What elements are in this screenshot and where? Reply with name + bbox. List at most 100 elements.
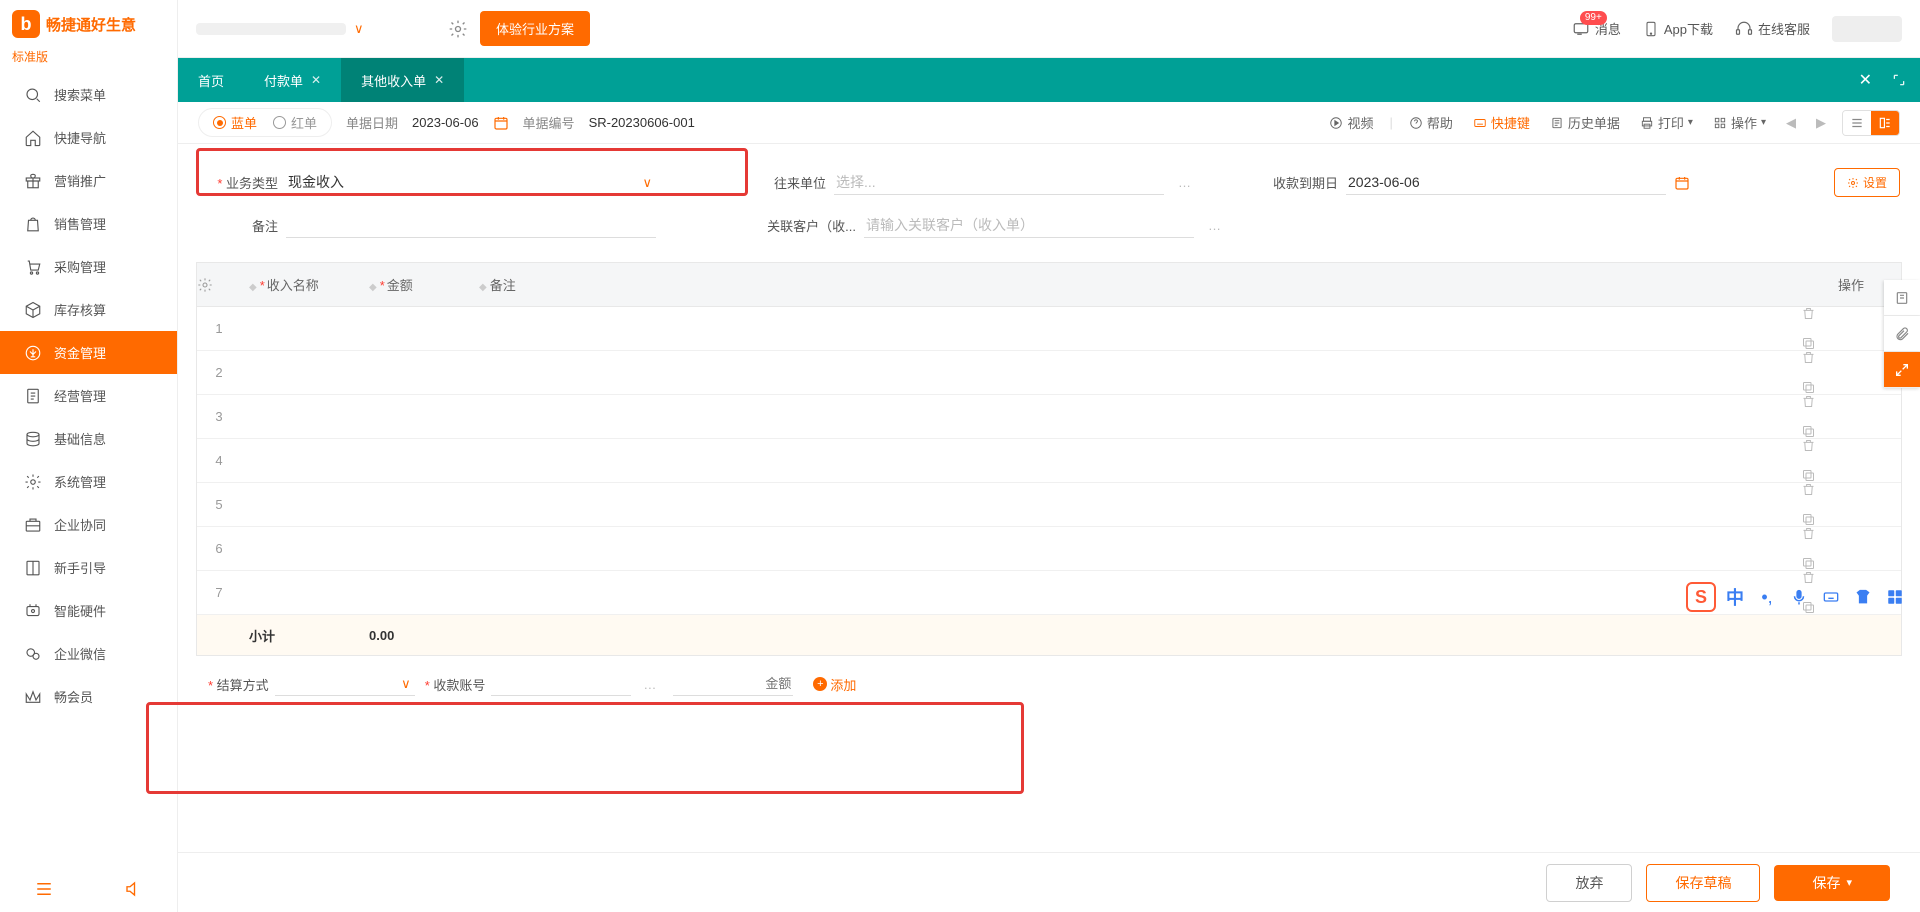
ime-toolbox-icon[interactable] (1882, 584, 1908, 610)
view-card-button[interactable] (1871, 111, 1899, 135)
sidebar-item-hw[interactable]: 智能硬件 (0, 589, 177, 632)
tab-expand-icon[interactable] (1886, 67, 1912, 93)
party-more-icon[interactable]: … (1172, 175, 1198, 190)
tab-close-all-icon[interactable]: ✕ (1853, 64, 1878, 96)
sidebar-nav: 搜索菜单快捷导航营销推广销售管理采购管理库存核算资金管理经营管理基础信息系统管理… (0, 73, 177, 866)
sidebar-item-cwc[interactable]: 企业微信 (0, 632, 177, 675)
receipt-account-input[interactable] (491, 672, 631, 696)
sidebar-item-label: 畅会员 (54, 687, 93, 706)
try-industry-button[interactable]: 体验行业方案 (480, 11, 590, 46)
remark-input[interactable] (286, 213, 656, 238)
save-button[interactable]: 保存 ▾ (1774, 865, 1890, 901)
help-button[interactable]: 帮助 (1405, 111, 1457, 134)
radio-red-label: 红单 (291, 113, 317, 132)
sidebar-sound-button[interactable] (89, 880, 178, 898)
brand-name: 畅捷通好生意 (46, 14, 136, 35)
sidebar-item-cog[interactable]: 系统管理 (0, 460, 177, 503)
history-button[interactable]: 历史单据 (1546, 111, 1624, 134)
row-delete-icon[interactable] (1801, 438, 1901, 453)
sidebar-item-gift[interactable]: 营销推广 (0, 159, 177, 202)
row-delete-icon[interactable] (1801, 526, 1901, 541)
tab-close-icon[interactable]: ✕ (311, 73, 321, 87)
prev-doc-button[interactable]: ◀ (1782, 113, 1800, 133)
sidebar-item-label: 企业微信 (54, 644, 106, 663)
tab-1[interactable]: 付款单✕ (244, 58, 341, 102)
bill-date-value[interactable]: 2023-06-06 (412, 115, 479, 130)
row-delete-icon[interactable] (1801, 394, 1901, 409)
online-service-button[interactable]: 在线客服 (1735, 19, 1810, 38)
topbar-settings-icon[interactable] (448, 19, 468, 39)
table-row[interactable]: 3 (197, 395, 1901, 439)
user-avatar-placeholder[interactable] (1832, 16, 1902, 42)
form-settings-button[interactable]: 设置 (1834, 168, 1900, 197)
sidebar-item-db[interactable]: 基础信息 (0, 417, 177, 460)
add-settlement-button[interactable]: + 添加 (813, 675, 856, 694)
rail-note-icon[interactable] (1884, 280, 1920, 316)
save-draft-button[interactable]: 保存草稿 (1646, 864, 1760, 902)
sidebar-item-label: 搜索菜单 (54, 85, 106, 104)
sidebar-item-doc[interactable]: 经营管理 (0, 374, 177, 417)
biz-type-select[interactable] (286, 170, 656, 195)
ime-mic-icon[interactable] (1786, 584, 1812, 610)
radio-red-bill[interactable]: 红单 (273, 113, 317, 132)
tab-0[interactable]: 首页 (178, 58, 244, 102)
sidebar-item-cube[interactable]: 库存核算 (0, 288, 177, 331)
ime-lang-button[interactable]: 中 (1722, 584, 1748, 610)
view-list-button[interactable] (1843, 111, 1871, 135)
ime-keyboard-icon[interactable] (1818, 584, 1844, 610)
sidebar-item-search[interactable]: 搜索菜单 (0, 73, 177, 116)
col-remark[interactable]: ◆备注 (471, 275, 1801, 294)
due-date-input[interactable] (1346, 170, 1666, 195)
sidebar-item-guide[interactable]: 新手引导 (0, 546, 177, 589)
rail-attach-icon[interactable] (1884, 316, 1920, 352)
related-customer-input[interactable] (864, 213, 1194, 238)
table-row[interactable]: 4 (197, 439, 1901, 483)
rail-expand-icon[interactable] (1884, 352, 1920, 388)
sidebar-item-ent[interactable]: 企业协同 (0, 503, 177, 546)
view-toggle (1842, 110, 1900, 136)
radio-dot-icon (213, 116, 226, 129)
ime-skin-icon[interactable] (1850, 584, 1876, 610)
print-button[interactable]: 打印 ▾ (1636, 111, 1697, 134)
calendar-icon[interactable] (1674, 175, 1690, 191)
sidebar-item-coin[interactable]: 资金管理 (0, 331, 177, 374)
sidebar-item-home[interactable]: 快捷导航 (0, 116, 177, 159)
col-income-name[interactable]: ◆*收入名称 (241, 275, 361, 294)
app-download-button[interactable]: App下载 (1643, 19, 1713, 38)
cube-icon (24, 301, 42, 319)
tab-2[interactable]: 其他收入单✕ (341, 58, 464, 102)
sidebar-item-cart[interactable]: 采购管理 (0, 245, 177, 288)
row-delete-icon[interactable] (1801, 482, 1901, 497)
settle-amount-input[interactable] (673, 672, 793, 696)
account-more-icon[interactable]: … (637, 677, 663, 692)
ime-logo-icon[interactable]: S (1686, 582, 1716, 612)
shortcut-button[interactable]: 快捷键 (1469, 111, 1534, 134)
related-customer-more-icon[interactable]: … (1202, 218, 1228, 233)
receipt-account-label: 收款账号 (425, 675, 486, 694)
table-config-icon[interactable] (197, 277, 241, 293)
company-selector[interactable]: ∨ (196, 21, 436, 37)
calendar-icon[interactable] (493, 115, 509, 131)
col-amount[interactable]: ◆*金额 (361, 275, 471, 294)
app-download-label: App下载 (1664, 19, 1713, 38)
video-help-button[interactable]: 视频 (1325, 111, 1377, 134)
table-row[interactable]: 1 (197, 307, 1901, 351)
sidebar-collapse-button[interactable] (0, 880, 89, 898)
ime-punct-button[interactable]: •, (1754, 584, 1780, 610)
radio-blue-bill[interactable]: 蓝单 (213, 113, 257, 132)
table-row[interactable]: 5 (197, 483, 1901, 527)
abandon-button[interactable]: 放弃 (1546, 864, 1632, 902)
table-row[interactable]: 2 (197, 351, 1901, 395)
radio-dot-icon (273, 116, 286, 129)
table-row[interactable]: 6 (197, 527, 1901, 571)
tab-close-icon[interactable]: ✕ (434, 73, 444, 87)
table-row[interactable]: 7 (197, 571, 1901, 615)
party-select[interactable] (834, 170, 1164, 195)
operate-button[interactable]: 操作 ▾ (1709, 111, 1770, 134)
sidebar-item-vip[interactable]: 畅会员 (0, 675, 177, 718)
line-items-table: ◆*收入名称 ◆*金额 ◆备注 操作 1234567 小计 0.00 (196, 262, 1902, 656)
sidebar-item-bag[interactable]: 销售管理 (0, 202, 177, 245)
settle-method-select[interactable] (275, 672, 415, 696)
next-doc-button[interactable]: ▶ (1812, 113, 1830, 133)
messages-button[interactable]: 消息 99+ (1572, 19, 1621, 38)
